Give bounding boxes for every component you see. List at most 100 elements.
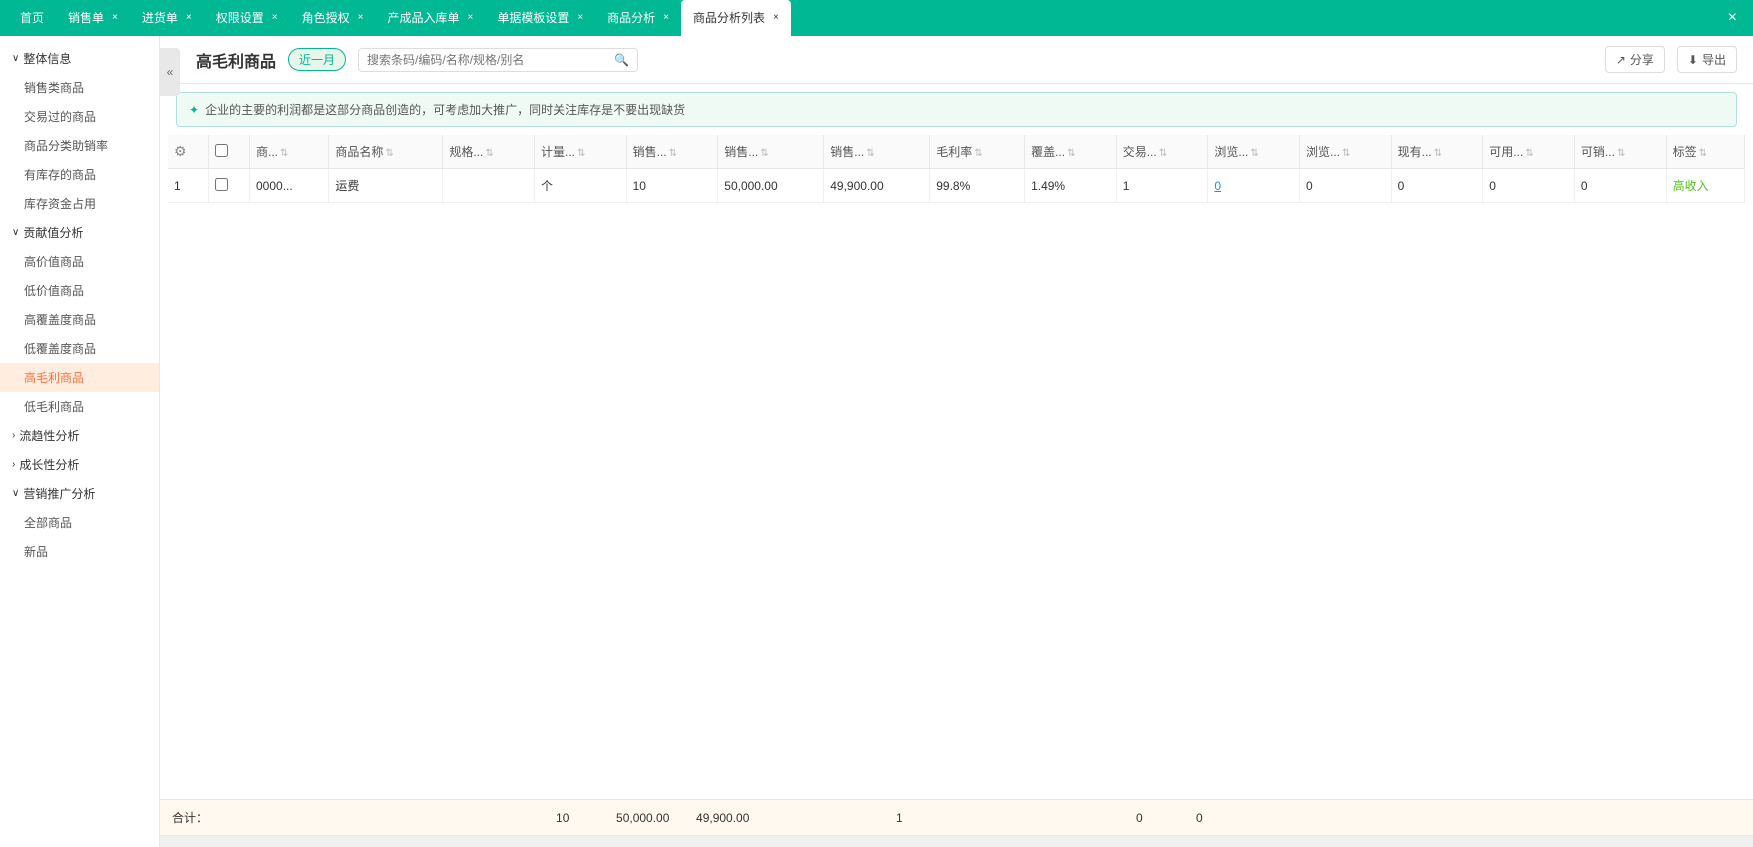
col-header-saleQty[interactable]: 销售...⇅ xyxy=(626,135,718,169)
sidebar-group-贡献值分析[interactable]: ∨贡献值分析 xyxy=(0,218,159,247)
col-header-code[interactable]: 商...⇅ xyxy=(250,135,329,169)
sidebar-item-全部商品[interactable]: 全部商品 xyxy=(0,508,159,537)
sort-icon[interactable]: ⇅ xyxy=(1342,148,1350,159)
table-footer: 合计： 1050,000.0049,900.00100 xyxy=(160,799,1753,835)
sidebar-item-库存资金占用[interactable]: 库存资金占用 xyxy=(0,189,159,218)
col-header-unit[interactable]: 计量...⇅ xyxy=(534,135,626,169)
nav-item-商品分析[interactable]: 商品分析× xyxy=(595,0,681,36)
col-header-grossMargin[interactable]: 毛利率⇅ xyxy=(930,135,1025,169)
nav-close-icon[interactable]: × xyxy=(577,0,583,36)
col-header-spec[interactable]: 规格...⇅ xyxy=(443,135,535,169)
sort-icon[interactable]: ⇅ xyxy=(485,148,493,159)
info-banner-text: 企业的主要的利润都是这部分商品创造的，可考虑加大推广，同时关注库存是不要出现缺货 xyxy=(205,101,685,118)
group-label: 营销推广分析 xyxy=(23,485,95,502)
sort-icon[interactable]: ⇅ xyxy=(974,148,982,159)
col-header-saleAmount[interactable]: 销售...⇅ xyxy=(718,135,824,169)
sort-icon[interactable]: ⇅ xyxy=(760,148,768,159)
footer-cell-1 xyxy=(250,811,270,825)
info-icon: ✦ xyxy=(189,103,199,117)
sidebar-group-营销推广分析[interactable]: ∨ 营销推广分析 xyxy=(0,479,159,508)
search-input[interactable] xyxy=(367,53,614,67)
export-button[interactable]: ⬇ 导出 xyxy=(1677,46,1737,73)
col-header-checkbox[interactable] xyxy=(208,135,250,169)
nav-item-权限设置[interactable]: 权限设置× xyxy=(204,0,290,36)
sidebar-item-label: 高价值商品 xyxy=(24,255,84,269)
sidebar-item-低覆盖度商品[interactable]: 低覆盖度商品 xyxy=(0,334,159,363)
content-header: 高毛利商品 近一月 🔍 ↗ 分享 ⬇ 导出 xyxy=(160,36,1753,84)
nav-item-角色授权[interactable]: 角色授权× xyxy=(290,0,376,36)
close-all-button[interactable]: × xyxy=(1720,9,1745,27)
nav-close-icon[interactable]: × xyxy=(663,0,669,36)
sidebar-item-高价值商品[interactable]: 高价值商品 xyxy=(0,247,159,276)
nav-close-icon[interactable]: × xyxy=(358,0,364,36)
sidebar-item-高毛利商品[interactable]: 高毛利商品 xyxy=(0,363,159,392)
row-checkbox-input[interactable] xyxy=(215,178,228,191)
col-header-browse2[interactable]: 浏览...⇅ xyxy=(1300,135,1392,169)
sidebar-item-有库存的商品[interactable]: 有库存的商品 xyxy=(0,160,159,189)
nav-item-单据模板设置[interactable]: 单据模板设置× xyxy=(485,0,595,36)
row-spec xyxy=(443,169,535,203)
nav-close-icon[interactable]: × xyxy=(467,0,473,36)
sidebar-item-商品分类助销率[interactable]: 商品分类助销率 xyxy=(0,131,159,160)
nav-close-icon[interactable]: × xyxy=(272,0,278,36)
sort-icon[interactable]: ⇅ xyxy=(1159,148,1167,159)
sidebar-group-成长性分析[interactable]: ›成长性分析 xyxy=(0,450,159,479)
footer-label: 合计： xyxy=(160,809,220,826)
sidebar-group-流趋性分析[interactable]: ›流趋性分析 xyxy=(0,421,159,450)
col-header-name[interactable]: 商品名称⇅ xyxy=(329,135,443,169)
sidebar-item-新品[interactable]: 新品 xyxy=(0,537,159,566)
nav-label: 首页 xyxy=(20,0,44,36)
nav-label: 销售单 xyxy=(68,0,104,36)
nav-label: 商品分析列表 xyxy=(693,0,765,36)
nav-item-进货单[interactable]: 进货单× xyxy=(130,0,204,36)
sort-icon[interactable]: ⇅ xyxy=(1525,148,1533,159)
sidebar-item-低价值商品[interactable]: 低价值商品 xyxy=(0,276,159,305)
sidebar-item-label: 新品 xyxy=(24,545,48,559)
sidebar-item-label: 销售类商品 xyxy=(24,81,84,95)
col-header-saleable[interactable]: 可销...⇅ xyxy=(1574,135,1666,169)
footer-cell-17 xyxy=(1250,811,1310,825)
sort-icon[interactable]: ⇅ xyxy=(1699,148,1707,159)
group-arrow-icon: ∨ xyxy=(12,488,19,499)
col-header-available[interactable]: 可用...⇅ xyxy=(1483,135,1575,169)
nav-item-产成品入库单[interactable]: 产成品入库单× xyxy=(375,0,485,36)
col-header-browse1[interactable]: 浏览...⇅ xyxy=(1208,135,1300,169)
nav-close-icon[interactable]: × xyxy=(186,0,192,36)
sidebar-item-高覆盖度商品[interactable]: 高覆盖度商品 xyxy=(0,305,159,334)
select-all-checkbox[interactable] xyxy=(215,144,228,157)
sort-icon[interactable]: ⇅ xyxy=(866,148,874,159)
sort-icon[interactable]: ⇅ xyxy=(280,148,288,159)
search-icon[interactable]: 🔍 xyxy=(614,53,629,67)
footer-cell-0 xyxy=(220,811,250,825)
col-header-coverage[interactable]: 覆盖...⇅ xyxy=(1025,135,1117,169)
share-button[interactable]: ↗ 分享 xyxy=(1605,46,1665,73)
sort-icon[interactable]: ⇅ xyxy=(1067,148,1075,159)
share-icon: ↗ xyxy=(1616,53,1626,67)
col-header-saleProfit[interactable]: 销售...⇅ xyxy=(824,135,930,169)
col-header-current[interactable]: 现有...⇅ xyxy=(1391,135,1483,169)
sidebar-item-低毛利商品[interactable]: 低毛利商品 xyxy=(0,392,159,421)
bottom-scrollbar[interactable] xyxy=(160,835,1753,847)
settings-icon[interactable]: ⚙ xyxy=(174,143,187,159)
nav-close-icon[interactable]: × xyxy=(112,0,118,36)
sort-icon[interactable]: ⇅ xyxy=(1250,148,1258,159)
sort-icon[interactable]: ⇅ xyxy=(577,148,585,159)
sort-icon[interactable]: ⇅ xyxy=(1617,148,1625,159)
sidebar-item-交易过的商品[interactable]: 交易过的商品 xyxy=(0,102,159,131)
sort-icon[interactable]: ⇅ xyxy=(385,148,393,159)
sort-icon[interactable]: ⇅ xyxy=(669,148,677,159)
sidebar-item-销售类商品[interactable]: 销售类商品 xyxy=(0,73,159,102)
nav-item-商品分析列表[interactable]: 商品分析列表× xyxy=(681,0,791,36)
nav-item-首页[interactable]: 首页 xyxy=(8,0,56,36)
nav-close-icon[interactable]: × xyxy=(773,0,779,36)
nav-item-销售单[interactable]: 销售单× xyxy=(56,0,130,36)
collapse-sidebar-button[interactable]: « xyxy=(160,48,180,96)
col-header-transaction[interactable]: 交易...⇅ xyxy=(1116,135,1208,169)
browse-link[interactable]: 0 xyxy=(1214,179,1221,193)
sidebar-group-整体信息[interactable]: ∨整体信息 xyxy=(0,44,159,73)
footer-cells: 1050,000.0049,900.00100 xyxy=(220,811,1753,825)
col-header-settings[interactable]: ⚙ xyxy=(168,135,208,169)
filter-period-button[interactable]: 近一月 xyxy=(288,48,346,71)
col-header-tag[interactable]: 标签⇅ xyxy=(1666,135,1744,169)
sort-icon[interactable]: ⇅ xyxy=(1434,148,1442,159)
